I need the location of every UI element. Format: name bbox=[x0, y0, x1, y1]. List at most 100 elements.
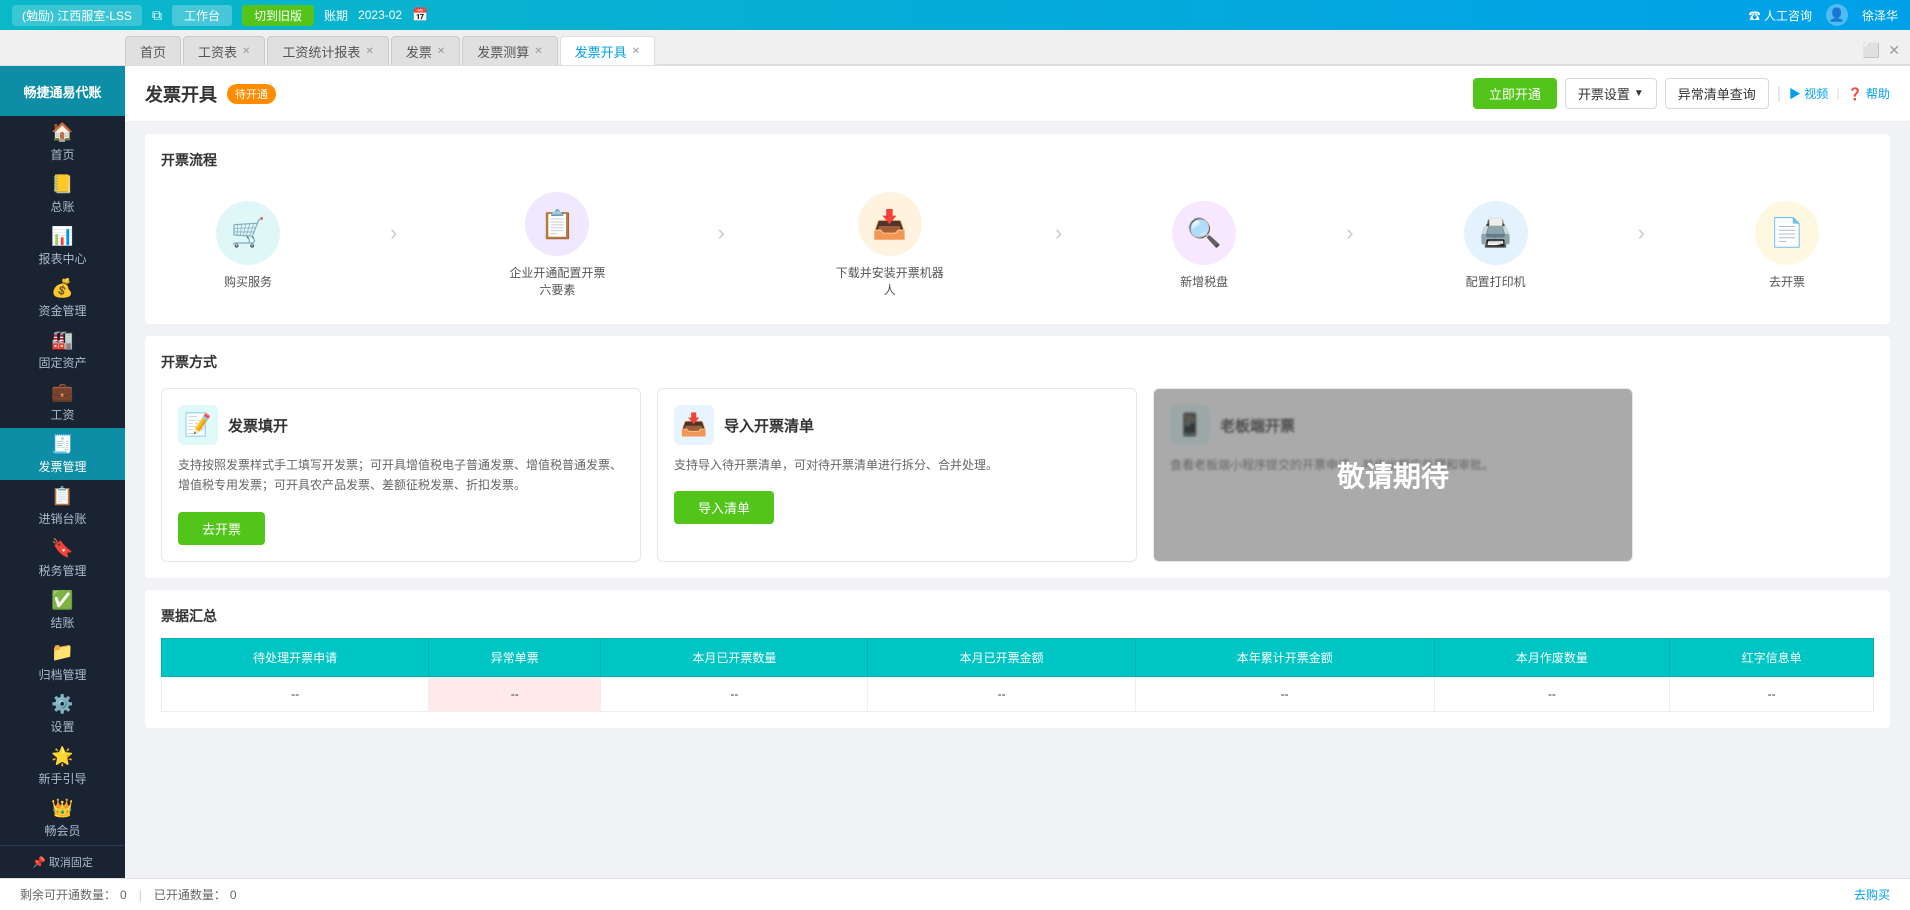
card2-desc: 支持导入待开票清单，可对待开票清单进行拆分、合并处理。 bbox=[674, 455, 1120, 475]
video-link[interactable]: ▶ 视频 bbox=[1789, 85, 1828, 102]
tax-disk-icon: 🔍 bbox=[1187, 216, 1222, 249]
period-value[interactable]: 2023-02 bbox=[358, 8, 402, 22]
tab-close-salary-stats[interactable]: ✕ bbox=[365, 46, 373, 57]
process-step-6: 📄 去开票 bbox=[1755, 201, 1819, 290]
status-badge: 待开通 bbox=[227, 84, 276, 104]
tab-invoice-issue[interactable]: 发票开具 ✕ bbox=[560, 36, 655, 65]
col-year-amt: 本年累计开票金额 bbox=[1135, 638, 1434, 676]
sidebar-item-ledger[interactable]: 📒 总账 bbox=[0, 168, 125, 220]
salary-icon: 💼 bbox=[51, 382, 73, 403]
sidebar-item-guide[interactable]: 🌟 新手引导 bbox=[0, 740, 125, 792]
opened-label: 已开通数量： bbox=[154, 886, 226, 903]
remaining-label: 剩余可开通数量： bbox=[20, 886, 116, 903]
archive-icon: 📁 bbox=[51, 642, 73, 663]
settings-icon: ⚙️ bbox=[51, 694, 73, 715]
close-account-icon: ✅ bbox=[51, 590, 73, 611]
import-list-icon: 📥 bbox=[680, 412, 707, 438]
tab-close-invoice[interactable]: ✕ bbox=[437, 46, 445, 57]
issue-invoice-icon: 📄 bbox=[1770, 216, 1805, 249]
arrow-1: › bbox=[390, 220, 397, 270]
purchase-icon: 📋 bbox=[51, 486, 73, 507]
help-link[interactable]: ❓ 帮助 bbox=[1848, 85, 1890, 102]
tab-salary[interactable]: 工资表 ✕ bbox=[183, 36, 265, 65]
tab-close-salary[interactable]: ✕ bbox=[242, 46, 250, 57]
process-label-2: 企业开通配置开票六要素 bbox=[507, 264, 607, 298]
arrow-5: › bbox=[1638, 220, 1645, 270]
overlay-text: 敬请期待 bbox=[1337, 455, 1449, 495]
arrow-4: › bbox=[1346, 220, 1353, 270]
card1-desc: 支持按照发票样式手工填写开发票；可开具增值税电子普通发票、增值税普通发票、增值税… bbox=[178, 455, 624, 496]
process-label-6: 去开票 bbox=[1769, 273, 1805, 290]
method-card-fill: 📝 发票填开 支持按照发票样式手工填写开发票；可开具增值税电子普通发票、增值税普… bbox=[161, 388, 641, 562]
open-settings-btn[interactable]: 开票设置 ▼ bbox=[1565, 78, 1657, 109]
abnormal-query-btn[interactable]: 异常清单查询 bbox=[1665, 78, 1769, 109]
remaining-value: 0 bbox=[120, 888, 127, 902]
go-buy-link[interactable]: 去购买 bbox=[1854, 886, 1890, 903]
method-card-boss: 📱 老板端开票 查看老板端小程序提交的开票申请，并作出相应处理和审批。 敬请期待 bbox=[1153, 388, 1633, 562]
arrow-3: › bbox=[1055, 220, 1062, 270]
import-list-btn[interactable]: 导入清单 bbox=[674, 491, 774, 524]
tab-salary-stats[interactable]: 工资统计报表 ✕ bbox=[267, 36, 388, 65]
video-icon: ▶ bbox=[1789, 87, 1801, 101]
sidebar-item-vip[interactable]: 👑 畅会员 bbox=[0, 792, 125, 844]
tab-close-all-icon[interactable]: ✕ bbox=[1888, 42, 1900, 59]
funds-icon: 💰 bbox=[51, 278, 73, 299]
switch-old-btn[interactable]: 切到旧版 bbox=[242, 5, 314, 26]
sidebar-item-assets[interactable]: 🏭 固定资产 bbox=[0, 324, 125, 376]
period-label: 账期 bbox=[324, 7, 348, 24]
sidebar-item-funds[interactable]: 💰 资金管理 bbox=[0, 272, 125, 324]
chevron-down-icon: ▼ bbox=[1634, 88, 1644, 99]
tab-invoice[interactable]: 发票 ✕ bbox=[391, 36, 460, 65]
col-void-qty: 本月作废数量 bbox=[1434, 638, 1670, 676]
sidebar-item-invoice[interactable]: 🧾 发票管理 bbox=[0, 428, 125, 480]
service-btn[interactable]: ☎ 人工咨询 bbox=[1749, 7, 1812, 24]
divider2: | bbox=[1836, 86, 1839, 101]
printer-icon: 🖨️ bbox=[1478, 216, 1513, 249]
vip-icon: 👑 bbox=[51, 798, 73, 819]
home-icon: 🏠 bbox=[51, 122, 73, 143]
sidebar-item-settings[interactable]: ⚙️ 设置 bbox=[0, 688, 125, 740]
page-title: 发票开具 bbox=[145, 81, 217, 107]
process-label-1: 购买服务 bbox=[224, 273, 272, 290]
sidebar-item-close[interactable]: ✅ 结账 bbox=[0, 584, 125, 636]
tab-home[interactable]: 首页 bbox=[125, 36, 181, 65]
process-step-3: 📥 下载并安装开票机器人 bbox=[835, 192, 945, 298]
tab-close-invoice-calc[interactable]: ✕ bbox=[534, 46, 542, 57]
pin-icon: 📌 bbox=[32, 857, 46, 869]
invoice-icon: 🧾 bbox=[51, 434, 73, 455]
sidebar-item-reports[interactable]: 📊 报表中心 bbox=[0, 220, 125, 272]
go-issue-btn[interactable]: 去开票 bbox=[178, 512, 265, 545]
sidebar-item-purchase[interactable]: 📋 进销台账 bbox=[0, 480, 125, 532]
user-name[interactable]: 徐泽华 bbox=[1862, 7, 1898, 24]
user-avatar: 👤 bbox=[1826, 4, 1848, 26]
summary-title: 票据汇总 bbox=[161, 606, 1874, 626]
tab-restore-icon[interactable]: ⬜ bbox=[1863, 42, 1880, 59]
process-step-2: 📋 企业开通配置开票六要素 bbox=[507, 192, 607, 298]
tab-invoice-calc[interactable]: 发票测算 ✕ bbox=[462, 36, 557, 65]
assets-icon: 🏭 bbox=[51, 330, 73, 351]
card1-title: 发票填开 bbox=[228, 415, 288, 436]
workspace-btn[interactable]: 工作台 bbox=[172, 5, 232, 26]
pin-toggle-btn[interactable]: 📌 取消固定 bbox=[8, 854, 117, 870]
col-red-info: 红字信息单 bbox=[1670, 638, 1874, 676]
help-icon: ❓ bbox=[1848, 87, 1863, 101]
sidebar-item-tax[interactable]: 🔖 税务管理 bbox=[0, 532, 125, 584]
reports-icon: 📊 bbox=[51, 226, 73, 247]
tax-icon: 🔖 bbox=[51, 538, 73, 559]
opened-value: 0 bbox=[230, 888, 237, 902]
process-label-3: 下载并安装开票机器人 bbox=[835, 264, 945, 298]
calendar-icon[interactable]: 📅 bbox=[412, 7, 428, 23]
sidebar-item-archive[interactable]: 📁 归档管理 bbox=[0, 636, 125, 688]
company-selector[interactable]: (勉励) 江西服室-LSS bbox=[12, 5, 142, 26]
sidebar-item-salary[interactable]: 💼 工资 bbox=[0, 376, 125, 428]
sidebar-item-home[interactable]: 🏠 首页 bbox=[0, 116, 125, 168]
process-title: 开票流程 bbox=[161, 150, 1874, 170]
fill-invoice-icon: 📝 bbox=[184, 412, 211, 438]
tab-close-invoice-issue[interactable]: ✕ bbox=[632, 46, 640, 57]
sidebar-logo: 畅捷通易代账 bbox=[0, 66, 125, 116]
download-icon: 📥 bbox=[872, 208, 907, 241]
process-label-5: 配置打印机 bbox=[1466, 273, 1526, 290]
process-step-4: 🔍 新增税盘 bbox=[1172, 201, 1236, 290]
guide-icon: 🌟 bbox=[51, 746, 73, 767]
open-now-btn[interactable]: 立即开通 bbox=[1473, 78, 1557, 109]
